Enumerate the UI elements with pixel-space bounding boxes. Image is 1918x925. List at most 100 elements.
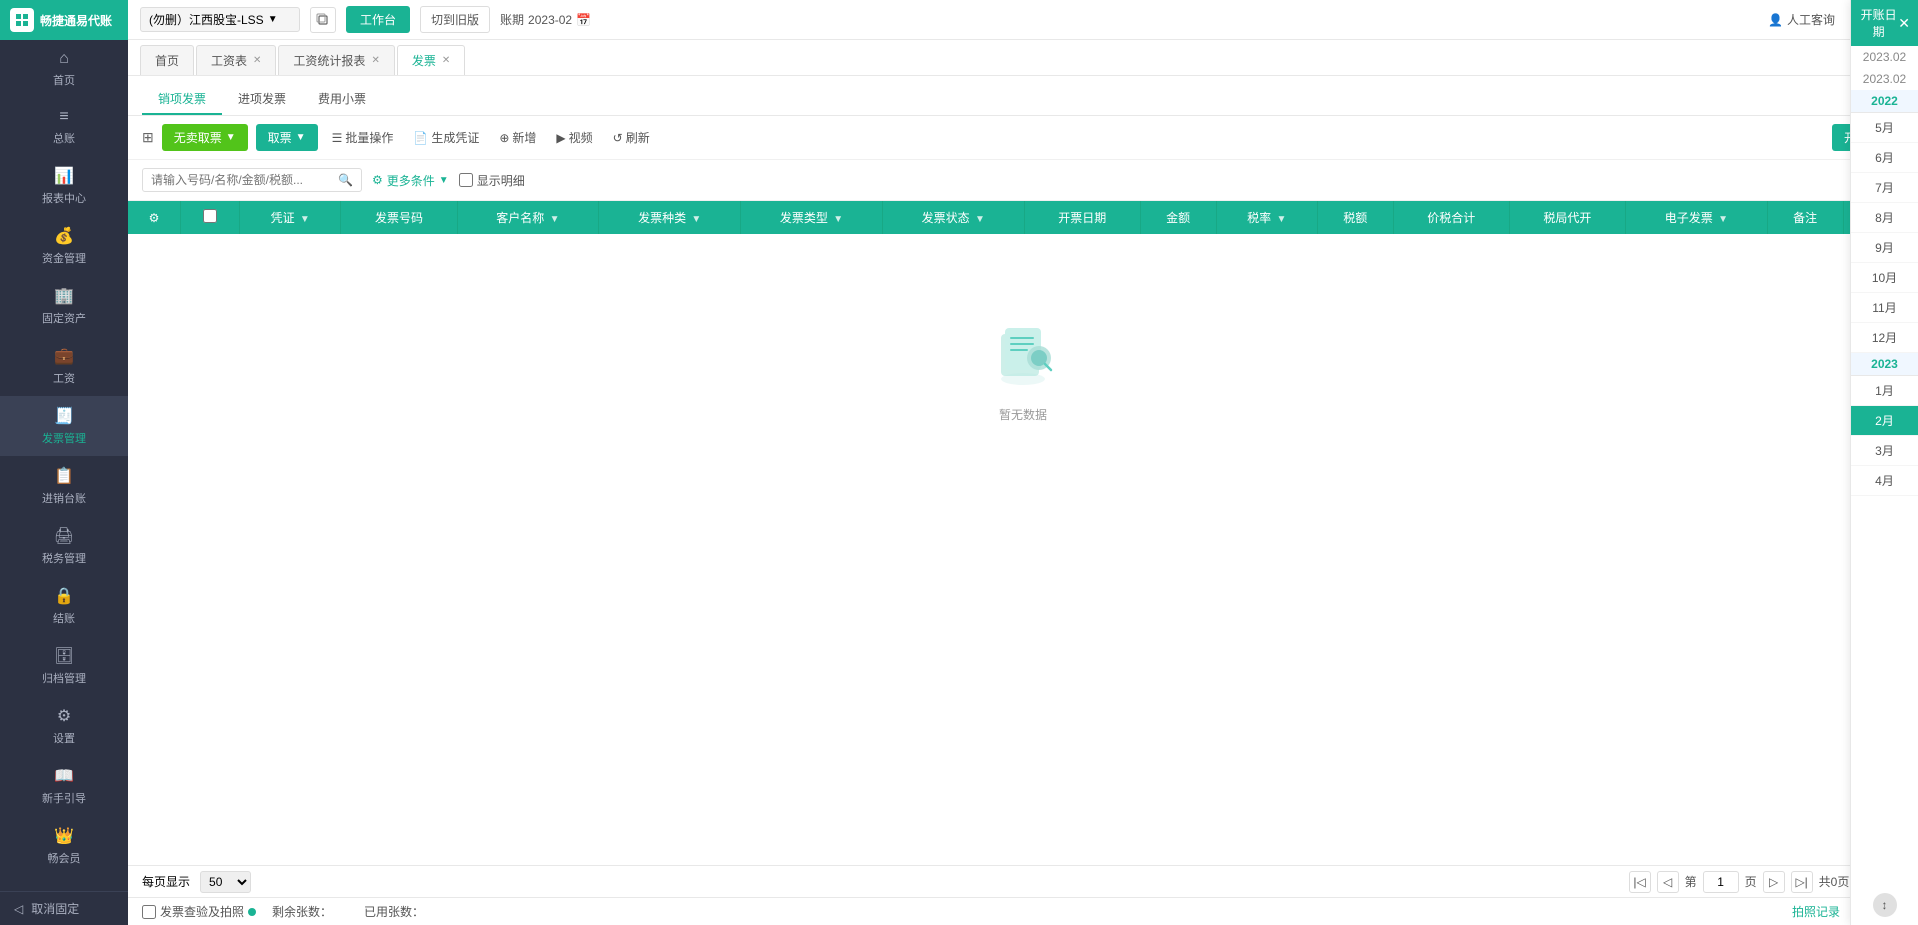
company-selector[interactable]: (勿删）江西股宝-LSS ▼ <box>140 7 300 32</box>
member-icon: 👑 <box>54 826 74 846</box>
month-2022-11[interactable]: 11月 <box>1851 293 1918 323</box>
switch-button[interactable]: 切到旧版 <box>420 6 490 33</box>
refresh-icon: ↺ <box>613 131 623 145</box>
sidebar-item-home[interactable]: ⌂ 首页 <box>0 40 128 98</box>
show-detail-checkbox[interactable] <box>459 173 473 187</box>
sidebar-item-settings[interactable]: ⚙ 设置 <box>0 696 128 756</box>
month-2022-7[interactable]: 7月 <box>1851 173 1918 203</box>
status-dot <box>248 908 256 916</box>
month-2022-10[interactable]: 10月 <box>1851 263 1918 293</box>
next-page-button[interactable]: ▷ <box>1763 871 1785 893</box>
select-all-checkbox[interactable] <box>203 209 217 223</box>
show-detail-label[interactable]: 显示明细 <box>459 172 525 189</box>
more-conditions-button[interactable]: ⚙ 更多条件 ▼ <box>372 172 449 189</box>
per-page-select[interactable]: 50 10 20 100 <box>200 871 251 893</box>
last-page-button[interactable]: ▷| <box>1791 871 1813 893</box>
sidebar-item-assets[interactable]: 🏢 固定资产 <box>0 276 128 336</box>
sidebar-item-tax[interactable]: 🖨 税务管理 <box>0 516 128 576</box>
sidebar-item-sales-purchase[interactable]: 📋 进销台账 <box>0 456 128 516</box>
sidebar-bottom: ◁ 取消固定 <box>0 891 128 925</box>
tab-invoice-close[interactable]: ✕ <box>442 55 450 66</box>
grid-view-icon[interactable]: ⊞ <box>142 129 154 146</box>
month-2023-3[interactable]: 3月 <box>1851 436 1918 466</box>
tab-salary-stats[interactable]: 工资统计报表 ✕ <box>278 45 394 75</box>
sidebar-label-ledger: 总账 <box>53 130 75 146</box>
closing-icon: 🔒 <box>54 586 74 606</box>
sidebar-item-invoice[interactable]: 🧾 发票管理 <box>0 396 128 456</box>
toolbar: ⊞ 无卖取票 ▼ 取票 ▼ ☰ 批量操作 📄 生成凭证 ⊕ 新增 <box>128 116 1918 160</box>
invoice-status-filter-icon[interactable]: ▼ <box>975 214 985 225</box>
no-cancel-dropdown-icon: ▼ <box>226 132 236 143</box>
gen-voucher-button[interactable]: 📄 生成凭证 <box>407 125 485 150</box>
video-button[interactable]: ▶ 视频 <box>550 125 598 150</box>
sub-tab-purchase[interactable]: 进项发票 <box>222 84 302 115</box>
pin-button[interactable]: ◁ 取消固定 <box>0 892 128 925</box>
period-icon: 📅 <box>576 13 591 27</box>
sidebar-item-salary[interactable]: 💼 工资 <box>0 336 128 396</box>
workbench-button[interactable]: 工作台 <box>346 6 410 33</box>
invoice-check-checkbox[interactable] <box>142 905 156 919</box>
sidebar-item-member[interactable]: 👑 畅会员 <box>0 816 128 876</box>
sidebar-item-guide[interactable]: 📖 新手引导 <box>0 756 128 816</box>
tax-rate-filter-icon[interactable]: ▼ <box>1276 214 1286 225</box>
period-display: 账期 2023-02 📅 <box>500 11 591 28</box>
e-invoice-filter-icon[interactable]: ▼ <box>1718 214 1728 225</box>
th-tax-rate: 税率 ▼ <box>1216 201 1317 234</box>
th-invoice-status: 发票状态 ▼ <box>882 201 1024 234</box>
take-ticket-button[interactable]: 取票 ▼ <box>256 124 318 151</box>
assets-icon: 🏢 <box>54 286 74 306</box>
th-voucher: 凭证 ▼ <box>240 201 341 234</box>
tab-home[interactable]: 首页 <box>140 45 194 75</box>
date-panel-title: 开账日期 <box>1859 6 1898 40</box>
page-input[interactable] <box>1703 871 1739 893</box>
no-cancel-ticket-button[interactable]: 无卖取票 ▼ <box>162 124 248 151</box>
remaining-label: 剩余张数： <box>272 903 332 920</box>
guide-icon: 📖 <box>54 766 74 786</box>
sidebar-label-closing: 结账 <box>53 610 75 626</box>
month-2022-6[interactable]: 6月 <box>1851 143 1918 173</box>
th-settings[interactable]: ⚙ <box>128 201 181 234</box>
tab-salary-stats-close[interactable]: ✕ <box>371 55 379 66</box>
take-dropdown-icon: ▼ <box>296 132 306 143</box>
first-page-button[interactable]: |◁ <box>1629 871 1651 893</box>
date-panel-close-button[interactable]: ✕ <box>1898 15 1910 32</box>
gen-voucher-label: 生成凭证 <box>431 129 479 146</box>
support-item[interactable]: 👤 人工客询 <box>1768 11 1835 28</box>
search-input-wrap: 🔍 <box>142 168 362 192</box>
page-label: 第 <box>1685 873 1697 890</box>
tab-salary-table-close[interactable]: ✕ <box>253 55 261 66</box>
sidebar-item-archive[interactable]: 🗄 归档管理 <box>0 636 128 696</box>
refresh-button[interactable]: ↺ 刷新 <box>607 125 656 150</box>
month-2022-5[interactable]: 5月 <box>1851 113 1918 143</box>
sidebar-item-ledger[interactable]: ≡ 总账 <box>0 98 128 156</box>
invoice-type-filter-icon[interactable]: ▼ <box>691 214 701 225</box>
sub-tab-sales[interactable]: 销项发票 <box>142 84 222 115</box>
search-input[interactable] <box>151 173 334 187</box>
new-icon: ⊕ <box>499 131 509 145</box>
month-2023-2[interactable]: 2月 <box>1851 406 1918 436</box>
month-2023-4[interactable]: 4月 <box>1851 466 1918 496</box>
tax-icon: 🖨 <box>54 526 74 546</box>
tab-salary-table[interactable]: 工资表 ✕ <box>196 45 276 75</box>
sidebar-item-closing[interactable]: 🔒 结账 <box>0 576 128 636</box>
month-2022-9[interactable]: 9月 <box>1851 233 1918 263</box>
month-2022-8[interactable]: 8月 <box>1851 203 1918 233</box>
month-2023-1[interactable]: 1月 <box>1851 376 1918 406</box>
sidebar-label-home: 首页 <box>53 72 75 88</box>
record-link[interactable]: 拍照记录 <box>1792 903 1840 920</box>
tab-invoice[interactable]: 发票 ✕ <box>397 45 465 75</box>
new-button[interactable]: ⊕ 新增 <box>493 125 542 150</box>
voucher-filter-icon[interactable]: ▼ <box>300 214 310 225</box>
invoice-category-filter-icon[interactable]: ▼ <box>833 214 843 225</box>
sidebar-item-funds[interactable]: 💰 资金管理 <box>0 216 128 276</box>
sidebar-item-reports[interactable]: 📊 报表中心 <box>0 156 128 216</box>
date-panel-scroll-btn[interactable]: ↕ <box>1873 893 1897 917</box>
support-icon: 👤 <box>1768 13 1783 27</box>
batch-ops-button[interactable]: ☰ 批量操作 <box>326 125 400 150</box>
copy-button[interactable] <box>310 7 336 33</box>
sub-tab-expense[interactable]: 费用小票 <box>302 84 382 115</box>
prev-page-button[interactable]: ◁ <box>1657 871 1679 893</box>
month-2022-12[interactable]: 12月 <box>1851 323 1918 353</box>
customer-filter-icon[interactable]: ▼ <box>550 214 560 225</box>
sub-tab-sales-label: 销项发票 <box>158 92 206 106</box>
